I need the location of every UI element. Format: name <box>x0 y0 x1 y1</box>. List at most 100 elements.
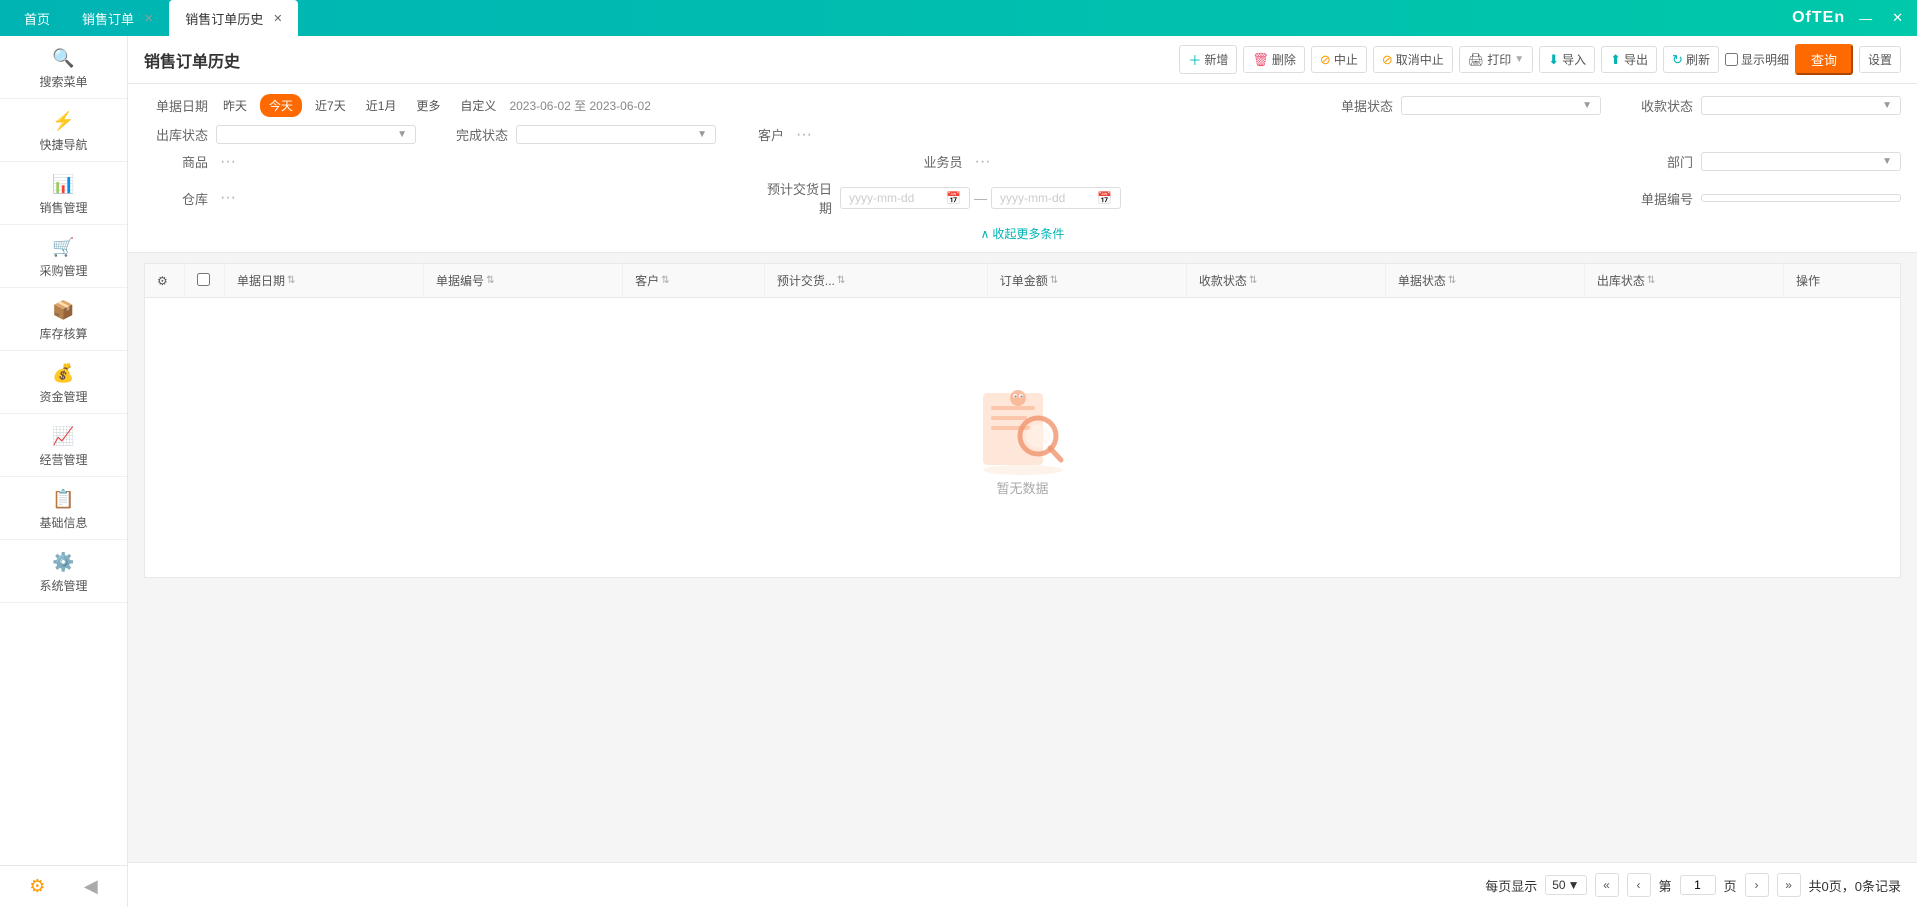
sidebar-item-label: 快捷导航 <box>39 136 87 153</box>
next-page-btn[interactable]: › <box>1745 873 1769 897</box>
sidebar-settings-icon[interactable]: ⚙ <box>29 876 45 897</box>
payment-status-select[interactable]: ▼ <box>1701 96 1901 115</box>
department-label: 部门 <box>1665 152 1701 171</box>
print-icon: 🖨 <box>1468 52 1485 68</box>
complete-status-select[interactable]: ▼ <box>516 125 716 144</box>
show-detail-checkbox[interactable] <box>1725 53 1738 66</box>
customer-select[interactable]: ··· <box>792 126 816 144</box>
payment-status-arrow: ▼ <box>1882 100 1892 111</box>
sort-delivery-icon[interactable]: ⇅ <box>837 275 845 286</box>
col-header-actions: 操作 <box>1783 264 1900 298</box>
delivery-date-from-input[interactable]: yyyy-mm-dd 📅 <box>840 187 970 209</box>
print-dropdown-icon: ▼ <box>1514 54 1524 65</box>
import-button[interactable]: ⬇ 导入 <box>1539 46 1595 73</box>
cancel-stop-button[interactable]: ⊘ 取消中止 <box>1373 46 1453 73</box>
sidebar-item-label: 采购管理 <box>39 262 87 279</box>
date-btn-more[interactable]: 更多 <box>409 94 447 117</box>
filter-area: 单据日期 昨天 今天 近7天 近1月 更多 自定义 2023-06-02 至 2… <box>128 84 1917 253</box>
top-bar: 首页 销售订单 ✕ 销售订单历史 ✕ OfTEn — ✕ <box>0 0 1917 36</box>
date-btn-last7[interactable]: 近7天 <box>308 94 353 117</box>
sidebar-item-basic-info[interactable]: 📋 基础信息 <box>0 477 127 540</box>
customer-label: 客户 <box>756 125 792 144</box>
sidebar-item-label: 基础信息 <box>39 514 87 531</box>
sort-payment-status-icon[interactable]: ⇅ <box>1249 275 1257 286</box>
close-tab-sales-order-history[interactable]: ✕ <box>273 12 282 25</box>
empty-state-illustration <box>963 378 1083 478</box>
collapse-filter-btn[interactable]: ∧ 收起更多条件 <box>144 225 1901 242</box>
date-btn-yesterday[interactable]: 昨天 <box>216 94 254 117</box>
tab-sales-order-history[interactable]: 销售订单历史 ✕ <box>169 0 298 36</box>
refresh-button[interactable]: ↻ 刷新 <box>1663 46 1719 73</box>
settings-column-header[interactable]: ⚙ <box>145 264 185 298</box>
sidebar-item-inventory[interactable]: 📦 库存核算 <box>0 288 127 351</box>
delivery-date-to-input[interactable]: yyyy-mm-dd 📅 <box>991 187 1121 209</box>
stop-button[interactable]: ⊘ 中止 <box>1311 46 1367 73</box>
sidebar-item-sales-mgmt[interactable]: 📊 销售管理 <box>0 162 127 225</box>
finance-icon: 💰 <box>52 363 74 384</box>
sidebar-item-purchase-mgmt[interactable]: 🛒 采购管理 <box>0 225 127 288</box>
first-page-btn[interactable]: « <box>1595 873 1619 897</box>
last-page-btn[interactable]: » <box>1777 873 1801 897</box>
checkbox-column-header[interactable] <box>185 264 225 298</box>
col-header-outbound-status: 出库状态 ⇅ <box>1584 264 1783 298</box>
inventory-icon: 📦 <box>52 300 74 321</box>
tab-sales-order[interactable]: 销售订单 ✕ <box>66 0 169 36</box>
salesperson-label: 业务员 <box>911 152 971 171</box>
order-status-select[interactable]: ▼ <box>1401 96 1601 115</box>
sidebar-item-search-menu[interactable]: 🔍 搜索菜单 <box>0 36 127 99</box>
data-table: ⚙ 单据日期 ⇅ 单据编号 <box>144 263 1901 578</box>
salesperson-select[interactable]: ··· <box>971 153 995 171</box>
date-range-display: 2023-06-02 至 2023-06-02 <box>509 97 650 114</box>
delete-button[interactable]: 🗑 删除 <box>1243 46 1305 73</box>
sort-number-icon[interactable]: ⇅ <box>486 275 494 286</box>
show-detail-checkbox-label[interactable]: 显示明细 <box>1725 51 1789 68</box>
date-btn-today[interactable]: 今天 <box>260 94 302 117</box>
operations-icon: 📈 <box>52 426 74 447</box>
sort-amount-icon[interactable]: ⇅ <box>1050 275 1058 286</box>
minimize-btn[interactable]: — <box>1853 9 1878 28</box>
settings-button[interactable]: 设置 <box>1859 46 1901 73</box>
order-status-label: 单据状态 <box>1341 96 1401 115</box>
export-icon: ⬆ <box>1610 52 1621 68</box>
settings-gear-icon[interactable]: ⚙ <box>157 274 168 288</box>
import-icon: ⬇ <box>1548 52 1559 68</box>
complete-status-label: 完成状态 <box>456 125 516 144</box>
current-page-input[interactable] <box>1680 875 1716 895</box>
empty-state-row: 暂无数据 <box>145 298 1901 578</box>
sort-order-status-icon[interactable]: ⇅ <box>1448 275 1456 286</box>
prev-page-btn[interactable]: ‹ <box>1627 873 1651 897</box>
select-all-checkbox[interactable] <box>197 273 210 286</box>
close-app-btn[interactable]: ✕ <box>1886 8 1909 28</box>
department-select[interactable]: ▼ <box>1701 152 1901 171</box>
top-right-area: OfTEn — ✕ <box>1792 8 1909 28</box>
page-title: 销售订单历史 <box>144 48 240 72</box>
sort-outbound-status-icon[interactable]: ⇅ <box>1647 275 1655 286</box>
sidebar-item-quick-nav[interactable]: ⚡ 快捷导航 <box>0 99 127 162</box>
export-button[interactable]: ⬆ 导出 <box>1601 46 1657 73</box>
sidebar-item-finance[interactable]: 💰 资金管理 <box>0 351 127 414</box>
page-size-select[interactable]: 50 ▼ <box>1545 875 1586 895</box>
sort-customer-icon[interactable]: ⇅ <box>661 275 669 286</box>
product-select[interactable]: ··· <box>216 153 240 171</box>
date-btn-custom[interactable]: 自定义 <box>453 94 503 117</box>
order-status-arrow: ▼ <box>1582 100 1592 111</box>
sidebar-collapse-icon[interactable]: ◀ <box>84 876 98 897</box>
filter-row-3: 商品 ··· 业务员 ··· 部门 ▼ <box>144 152 1901 171</box>
order-number-input[interactable] <box>1701 194 1901 202</box>
payment-status-label: 收款状态 <box>1641 96 1701 115</box>
print-button[interactable]: 🖨 打印 ▼ <box>1459 46 1533 73</box>
sales-mgmt-icon: 📊 <box>52 174 74 195</box>
sort-date-icon[interactable]: ⇅ <box>287 275 295 286</box>
date-btn-last-month[interactable]: 近1月 <box>359 94 404 117</box>
outbound-status-select[interactable]: ▼ <box>216 125 416 144</box>
warehouse-select[interactable]: ··· <box>216 189 240 207</box>
new-button[interactable]: ＋ 新增 <box>1179 45 1237 74</box>
sidebar-item-system[interactable]: ⚙️ 系统管理 <box>0 540 127 603</box>
department-arrow: ▼ <box>1882 156 1892 167</box>
outbound-status-arrow: ▼ <box>397 129 407 140</box>
sidebar-item-operations[interactable]: 📈 经营管理 <box>0 414 127 477</box>
tab-home[interactable]: 首页 <box>8 0 66 36</box>
close-tab-sales-order[interactable]: ✕ <box>144 12 153 25</box>
query-button[interactable]: 查询 <box>1795 44 1853 75</box>
brand-logo: OfTEn <box>1792 9 1845 27</box>
